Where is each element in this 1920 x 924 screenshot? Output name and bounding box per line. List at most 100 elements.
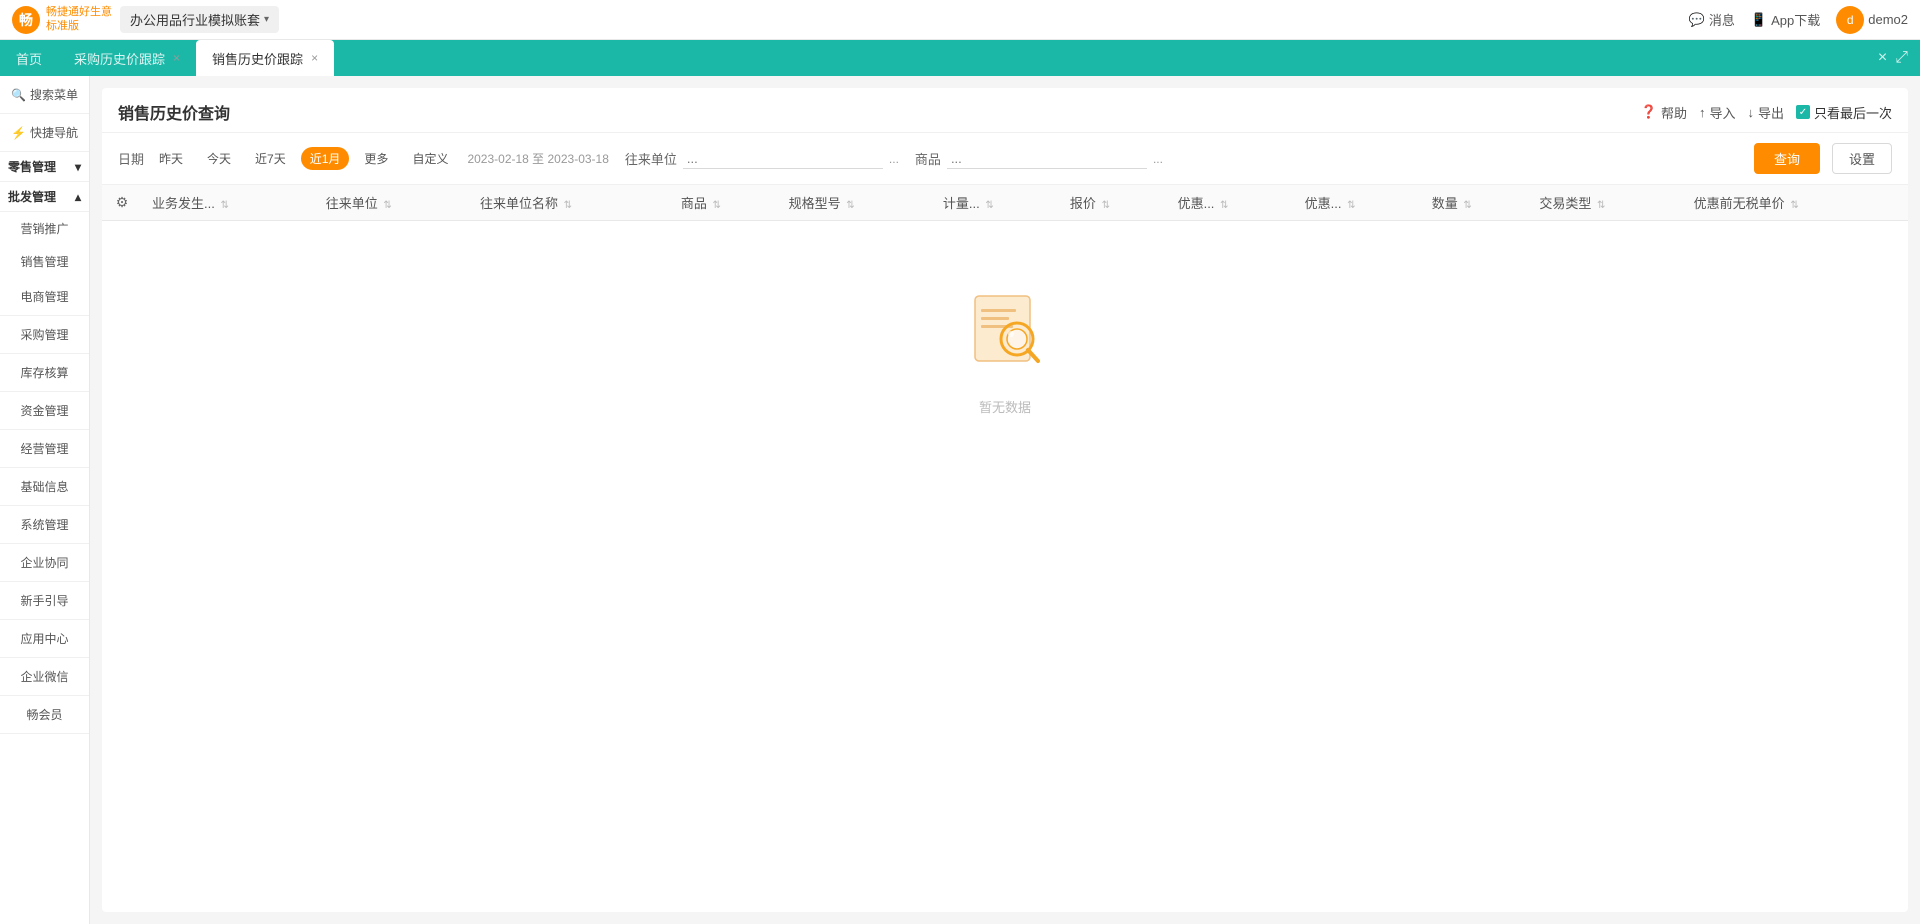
sort-icon: ⇅ bbox=[1220, 200, 1228, 211]
username-label: demo2 bbox=[1868, 12, 1908, 27]
close-tab-btn[interactable]: × bbox=[1878, 49, 1887, 67]
table-header-row: ⚙ 业务发生... ⇅ 往来单位 ⇅ 往来单位名称 bbox=[102, 185, 1908, 221]
date-yesterday-btn[interactable]: 昨天 bbox=[150, 147, 192, 170]
sidebar-item-operations[interactable]: 经营管理 bbox=[0, 430, 89, 468]
sidebar-item-purchase[interactable]: 采购管理 bbox=[0, 316, 89, 354]
tab-sales-history[interactable]: 销售历史价跟踪 × bbox=[196, 40, 334, 76]
date-filter-label: 日期 bbox=[118, 149, 144, 168]
table-header-qty[interactable]: 数量 ⇅ bbox=[1422, 185, 1530, 221]
sidebar-item-operations-label: 经营管理 bbox=[20, 440, 68, 457]
help-button[interactable]: ❓ 帮助 bbox=[1641, 103, 1687, 122]
sidebar-item-finance-label: 资金管理 bbox=[20, 402, 68, 419]
table-header-discount1[interactable]: 优惠... ⇅ bbox=[1168, 185, 1295, 221]
sidebar-item-wechat[interactable]: 企业微信 bbox=[0, 658, 89, 696]
settings-icon[interactable]: ⚙ bbox=[116, 194, 129, 210]
table-header-partner-name[interactable]: 往来单位名称 ⇅ bbox=[470, 185, 671, 221]
page-actions: ❓ 帮助 ↑ 导入 ↓ 导出 ✓ 只看最后一次 bbox=[1641, 103, 1892, 122]
table-col-spec-label: 规格型号 bbox=[789, 196, 841, 211]
table-header-partner-code[interactable]: 往来单位 ⇅ bbox=[316, 185, 470, 221]
import-label: 导入 bbox=[1709, 103, 1735, 122]
table-header-unit[interactable]: 计量... ⇅ bbox=[933, 185, 1060, 221]
date-1month-btn[interactable]: 近1月 bbox=[301, 147, 350, 170]
chevron-up-icon: ▴ bbox=[75, 190, 81, 204]
message-icon: 💬 bbox=[1689, 12, 1705, 28]
export-icon: ↓ bbox=[1747, 105, 1754, 120]
table-header-biz-date[interactable]: 业务发生... ⇅ bbox=[142, 185, 316, 221]
sidebar-item-search[interactable]: 🔍 搜索菜单 bbox=[0, 76, 89, 114]
table-header-trade-type[interactable]: 交易类型 ⇅ bbox=[1529, 185, 1683, 221]
expand-tab-btn[interactable]: ⤢ bbox=[1895, 49, 1908, 67]
tab-purchase-close-icon[interactable]: × bbox=[173, 51, 180, 65]
table-header-pretax-price[interactable]: 优惠前无税单价 ⇅ bbox=[1684, 185, 1908, 221]
sidebar: 🔍 搜索菜单 ⚡ 快捷导航 零售管理 ▾ 批发管理 ▴ 营销推广 销售管理 电商… bbox=[0, 76, 90, 924]
sidebar-item-guide[interactable]: 新手引导 bbox=[0, 582, 89, 620]
sidebar-item-system-label: 系统管理 bbox=[20, 516, 68, 533]
query-button[interactable]: 查询 bbox=[1754, 143, 1820, 174]
page-card: 销售历史价查询 ❓ 帮助 ↑ 导入 ↓ 导出 ✓ bbox=[102, 88, 1908, 912]
table-header-discount2[interactable]: 优惠... ⇅ bbox=[1295, 185, 1422, 221]
tab-sales-close-icon[interactable]: × bbox=[311, 51, 318, 65]
sort-icon: ⇅ bbox=[846, 200, 854, 211]
table-col-quote-label: 报价 bbox=[1070, 196, 1096, 211]
sidebar-item-ecommerce[interactable]: 电商管理 bbox=[0, 278, 89, 316]
app-selector[interactable]: 办公用品行业模拟账套 ▾ bbox=[120, 6, 279, 33]
top-bar-left: 畅 畅捷通好生意 标准版 办公用品行业模拟账套 ▾ bbox=[12, 6, 279, 34]
table-header-goods[interactable]: 商品 ⇅ bbox=[671, 185, 779, 221]
help-icon: ❓ bbox=[1641, 104, 1657, 120]
sidebar-item-system[interactable]: 系统管理 bbox=[0, 506, 89, 544]
sidebar-item-quick-nav[interactable]: ⚡ 快捷导航 bbox=[0, 114, 89, 152]
table-header-quote[interactable]: 报价 ⇅ bbox=[1060, 185, 1168, 221]
user-menu[interactable]: d demo2 bbox=[1836, 6, 1908, 34]
goods-more-label: ... bbox=[1153, 152, 1163, 166]
export-button[interactable]: ↓ 导出 bbox=[1747, 103, 1784, 122]
content-area: 销售历史价查询 ❓ 帮助 ↑ 导入 ↓ 导出 ✓ bbox=[90, 76, 1920, 924]
setting-button[interactable]: 设置 bbox=[1832, 143, 1892, 174]
tab-purchase-history-label: 采购历史价跟踪 bbox=[74, 49, 165, 68]
message-button[interactable]: 💬 消息 bbox=[1689, 10, 1735, 29]
sidebar-item-purchase-label: 采购管理 bbox=[20, 326, 68, 343]
filter-bar: 日期 昨天 今天 近7天 近1月 更多 自定义 2023-02-18 至 202… bbox=[102, 133, 1908, 185]
tab-home[interactable]: 首页 bbox=[0, 40, 58, 76]
date-7days-btn[interactable]: 近7天 bbox=[246, 147, 295, 170]
sidebar-item-basic-info-label: 基础信息 bbox=[20, 478, 68, 495]
sidebar-item-retail[interactable]: 零售管理 ▾ bbox=[0, 152, 89, 182]
sidebar-item-marketing[interactable]: 营销推广 bbox=[0, 212, 89, 245]
goods-input[interactable] bbox=[947, 149, 1147, 169]
sidebar-item-basic-info[interactable]: 基础信息 bbox=[0, 468, 89, 506]
source-input[interactable] bbox=[683, 149, 883, 169]
tab-purchase-history[interactable]: 采购历史价跟踪 × bbox=[58, 40, 196, 76]
checkbox-checked-icon: ✓ bbox=[1796, 105, 1810, 119]
sidebar-item-guide-label: 新手引导 bbox=[20, 592, 68, 609]
import-button[interactable]: ↑ 导入 bbox=[1699, 103, 1736, 122]
sort-icon: ⇅ bbox=[1463, 200, 1471, 211]
sidebar-item-inventory[interactable]: 库存核算 bbox=[0, 354, 89, 392]
table-col-unit-label: 计量... bbox=[943, 196, 980, 211]
table-header-settings: ⚙ bbox=[102, 185, 142, 221]
sidebar-item-apps[interactable]: 应用中心 bbox=[0, 620, 89, 658]
export-label: 导出 bbox=[1758, 103, 1784, 122]
date-today-btn[interactable]: 今天 bbox=[198, 147, 240, 170]
sidebar-item-wholesale[interactable]: 批发管理 ▴ bbox=[0, 182, 89, 212]
sort-icon: ⇅ bbox=[220, 200, 228, 211]
top-bar: 畅 畅捷通好生意 标准版 办公用品行业模拟账套 ▾ 💬 消息 📱 App下载 d… bbox=[0, 0, 1920, 40]
date-custom-btn[interactable]: 自定义 bbox=[403, 147, 457, 170]
date-more-btn[interactable]: 更多 bbox=[355, 147, 397, 170]
filter-actions: 查询 设置 bbox=[1754, 143, 1892, 174]
sidebar-item-apps-label: 应用中心 bbox=[20, 630, 68, 647]
sidebar-item-member[interactable]: 畅会员 bbox=[0, 696, 89, 734]
data-table: ⚙ 业务发生... ⇅ 往来单位 ⇅ 往来单位名称 bbox=[102, 185, 1908, 221]
sidebar-item-sales-mgmt[interactable]: 销售管理 bbox=[0, 245, 89, 278]
source-filter-label: 往来单位 bbox=[625, 149, 677, 168]
only-last-checkbox[interactable]: ✓ 只看最后一次 bbox=[1796, 103, 1892, 122]
logo-text: 畅捷通好生意 标准版 bbox=[46, 6, 112, 32]
tab-home-label: 首页 bbox=[16, 49, 42, 68]
sidebar-item-enterprise[interactable]: 企业协同 bbox=[0, 544, 89, 582]
sidebar-item-finance[interactable]: 资金管理 bbox=[0, 392, 89, 430]
sort-icon: ⇅ bbox=[1347, 200, 1355, 211]
table-header-spec[interactable]: 规格型号 ⇅ bbox=[779, 185, 933, 221]
app-download-button[interactable]: 📱 App下载 bbox=[1751, 10, 1820, 29]
top-bar-right: 💬 消息 📱 App下载 d demo2 bbox=[1689, 6, 1908, 34]
message-label: 消息 bbox=[1709, 10, 1735, 29]
logo-icon: 畅 bbox=[12, 6, 40, 34]
sort-icon: ⇅ bbox=[1102, 200, 1110, 211]
